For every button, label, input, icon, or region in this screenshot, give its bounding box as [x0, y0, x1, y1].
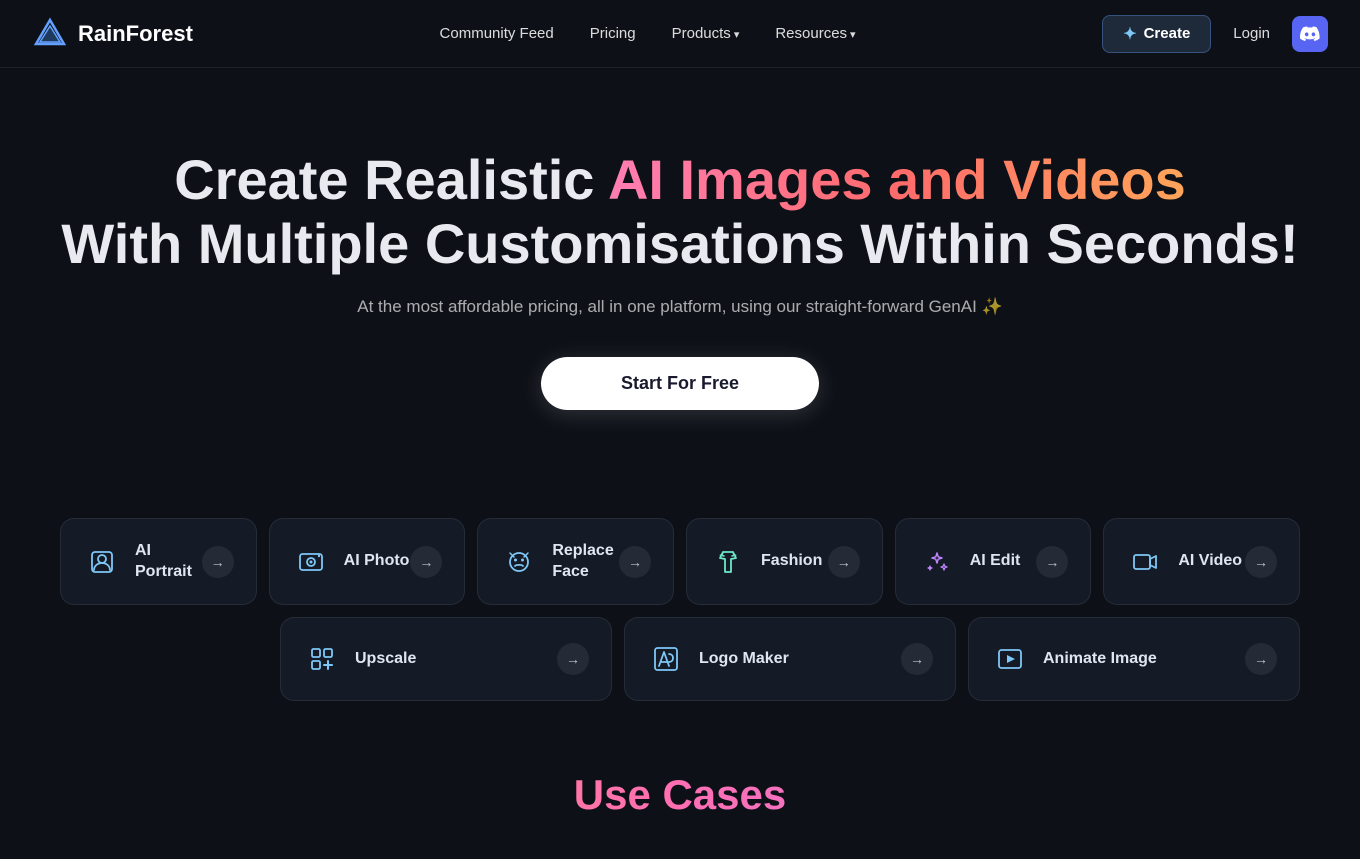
nav-links: Community Feed Pricing Products▾ Resourc…	[426, 25, 870, 43]
hero-heading-plain: Create Realistic	[174, 148, 608, 211]
login-button[interactable]: Login	[1223, 19, 1280, 48]
create-button[interactable]: ✦ Create	[1102, 15, 1211, 53]
card-ai-video-label: AI Video	[1178, 551, 1242, 572]
use-cases-section: Use Cases	[0, 741, 1360, 839]
logo-icon	[32, 16, 68, 52]
card-fashion-label: Fashion	[761, 551, 822, 572]
card-animate-image[interactable]: Animate Image →	[968, 617, 1300, 701]
card-animate-image-arrow: →	[1245, 643, 1277, 675]
card-replace-face-arrow: →	[619, 546, 651, 578]
fashion-icon	[709, 543, 747, 581]
nav-community-feed[interactable]: Community Feed	[426, 19, 568, 48]
card-ai-portrait[interactable]: AI Portrait →	[60, 518, 257, 606]
ai-video-icon	[1126, 543, 1164, 581]
cards-row-2: Background Removal → Upscale →	[60, 617, 1300, 701]
brand-name: RainForest	[78, 21, 193, 47]
nav-right: ✦ Create Login	[1102, 15, 1328, 53]
upscale-icon	[303, 640, 341, 678]
ai-edit-icon	[918, 543, 956, 581]
card-ai-photo[interactable]: AI Photo →	[269, 518, 466, 606]
nav-pricing[interactable]: Pricing	[576, 19, 650, 48]
brand-logo[interactable]: RainForest	[32, 16, 193, 52]
replace-face-icon	[500, 543, 538, 581]
sparkle-icon: ✦	[1123, 24, 1136, 44]
card-replace-face[interactable]: Replace Face →	[477, 518, 674, 606]
navbar: RainForest Community Feed Pricing Produc…	[0, 0, 1360, 68]
discord-icon	[1300, 26, 1320, 42]
card-replace-face-label: Replace Face	[552, 541, 619, 583]
card-ai-edit-label: AI Edit	[970, 551, 1021, 572]
card-fashion[interactable]: Fashion →	[686, 518, 883, 606]
card-animate-image-label: Animate Image	[1043, 649, 1157, 670]
nav-products[interactable]: Products▾	[658, 19, 754, 48]
card-ai-photo-arrow: →	[410, 546, 442, 578]
card-ai-portrait-label: AI Portrait	[135, 541, 202, 583]
card-ai-video-arrow: →	[1245, 546, 1277, 578]
card-ai-portrait-arrow: →	[202, 546, 234, 578]
cards-row-1: AI Portrait → AI Photo →	[60, 518, 1300, 606]
card-ai-video[interactable]: AI Video →	[1103, 518, 1300, 606]
card-upscale[interactable]: Upscale →	[280, 617, 612, 701]
discord-button[interactable]	[1292, 16, 1328, 52]
cards-section: AI Portrait → AI Photo →	[0, 470, 1360, 742]
card-logo-maker-label: Logo Maker	[699, 649, 789, 670]
portrait-icon	[83, 543, 121, 581]
card-logo-maker[interactable]: Logo Maker →	[624, 617, 956, 701]
card-upscale-label: Upscale	[355, 649, 416, 670]
logo-maker-icon	[647, 640, 685, 678]
card-fashion-arrow: →	[828, 546, 860, 578]
hero-heading: Create Realistic AI Images and Videos Wi…	[20, 148, 1340, 277]
card-ai-edit[interactable]: AI Edit →	[895, 518, 1092, 606]
animate-image-icon	[991, 640, 1029, 678]
card-ai-edit-arrow: →	[1036, 546, 1068, 578]
card-ai-photo-label: AI Photo	[344, 551, 410, 572]
hero-subtitle: At the most affordable pricing, all in o…	[20, 297, 1340, 317]
photo-icon	[292, 543, 330, 581]
start-free-button[interactable]: Start For Free	[541, 357, 819, 410]
nav-resources[interactable]: Resources▾	[761, 19, 869, 48]
hero-heading-line2: With Multiple Customisations Within Seco…	[61, 212, 1298, 275]
card-logo-maker-arrow: →	[901, 643, 933, 675]
hero-heading-gradient: AI Images and Videos	[608, 148, 1186, 211]
hero-section: Create Realistic AI Images and Videos Wi…	[0, 68, 1360, 470]
card-upscale-arrow: →	[557, 643, 589, 675]
use-cases-heading: Use Cases	[20, 771, 1340, 819]
